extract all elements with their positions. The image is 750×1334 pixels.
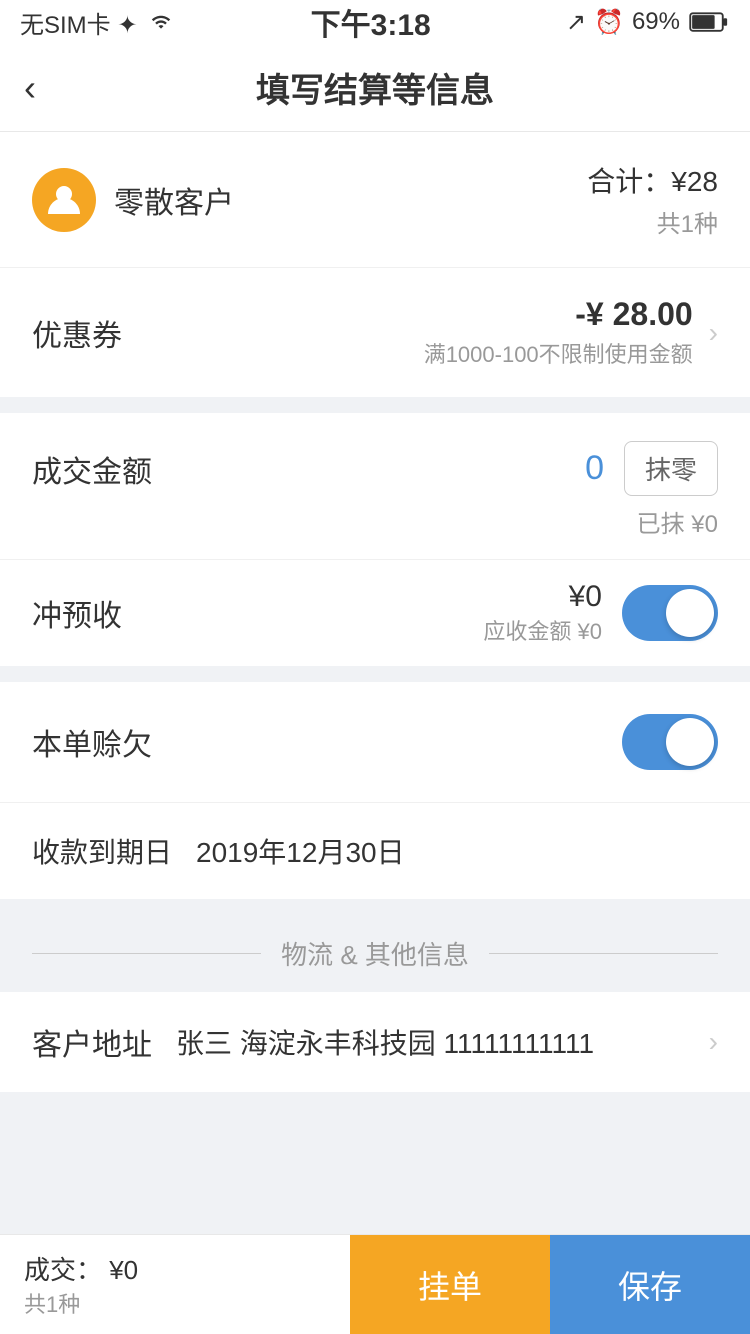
deal-amount-row: 成交金额 0 抹零 — [0, 413, 750, 504]
customer-left: 零散客户 — [32, 168, 234, 232]
address-label: 客户地址 — [32, 1020, 152, 1064]
coupon-right: -¥ 28.00 满1000-100不限制使用金额 › — [424, 296, 718, 369]
deal-amount-label: 成交金额 — [32, 447, 152, 491]
bottom-deal-count: 共1种 — [24, 1287, 326, 1319]
charge-sub: 应收金额 ¥0 — [483, 614, 602, 646]
address-chevron-icon: › — [709, 1026, 718, 1058]
alarm-icon: ⏰ — [594, 8, 624, 37]
bottom-deal-label: 成交： ¥0 — [24, 1250, 326, 1287]
address-value: 张三 海淀永丰科技园 11111111111 — [176, 1022, 701, 1062]
location-icon: ↗ — [566, 8, 586, 37]
due-date-label: 收款到期日 — [32, 831, 172, 871]
status-bar: 无SIM卡 ✦ 下午3:18 ↗ ⏰ 69% — [0, 0, 750, 44]
bottom-bar: 成交： ¥0 共1种 挂单 保存 — [0, 1234, 750, 1334]
charge-advance-label: 冲预收 — [32, 591, 122, 635]
customer-avatar — [32, 168, 96, 232]
page-title: 填写结算等信息 — [256, 63, 494, 112]
logistics-divider: 物流 & 其他信息 — [0, 915, 750, 992]
nav-bar: ‹ 填写结算等信息 — [0, 44, 750, 132]
debt-section: 本单赊欠 收款到期日 2019年12月30日 — [0, 682, 750, 899]
toggle-circle-debt — [666, 718, 714, 766]
bottom-info: 成交： ¥0 共1种 — [0, 1235, 350, 1334]
wifi-icon — [147, 12, 175, 32]
debt-label: 本单赊欠 — [32, 720, 152, 764]
customer-row: 零散客户 合计：¥28 共1种 — [0, 132, 750, 267]
address-section: 客户地址 张三 海淀永丰科技园 11111111111 › — [0, 992, 750, 1092]
coupon-label: 优惠券 — [32, 311, 122, 355]
hold-button[interactable]: 挂单 — [350, 1235, 550, 1334]
toggle-circle — [666, 589, 714, 637]
save-button[interactable]: 保存 — [550, 1235, 750, 1334]
charge-advance-right: ¥0 应收金额 ¥0 — [483, 580, 718, 646]
deal-amount-right: 0 抹零 — [585, 441, 718, 496]
deal-amount-value: 0 — [585, 449, 604, 488]
back-button[interactable]: ‹ — [24, 67, 36, 109]
charge-amount-block: ¥0 应收金额 ¥0 — [483, 580, 602, 646]
charge-amount: ¥0 — [483, 580, 602, 614]
deal-section: 成交金额 0 抹零 已抹 ¥0 冲预收 ¥0 应收金额 ¥0 — [0, 413, 750, 666]
coupon-row[interactable]: 优惠券 -¥ 28.00 满1000-100不限制使用金额 › — [0, 267, 750, 397]
address-row[interactable]: 客户地址 张三 海淀永丰科技园 11111111111 › — [0, 992, 750, 1092]
due-date-row[interactable]: 收款到期日 2019年12月30日 — [0, 802, 750, 899]
total-count: 共1种 — [587, 204, 718, 239]
customer-section: 零散客户 合计：¥28 共1种 优惠券 -¥ 28.00 满1000-100不限… — [0, 132, 750, 397]
charge-advance-row: 冲预收 ¥0 应收金额 ¥0 — [0, 559, 750, 666]
status-right: ↗ ⏰ 69% — [566, 8, 730, 37]
coupon-info: -¥ 28.00 满1000-100不限制使用金额 — [424, 296, 693, 369]
deal-sub-text: 已抹 ¥0 — [0, 504, 750, 559]
chevron-right-icon: › — [709, 317, 718, 349]
coupon-desc: 满1000-100不限制使用金额 — [424, 337, 693, 369]
logistics-label: 物流 & 其他信息 — [281, 935, 469, 972]
total-amount: 合计：¥28 — [587, 160, 718, 200]
coupon-discount: -¥ 28.00 — [575, 296, 692, 333]
sim-status: 无SIM卡 ✦ — [20, 5, 137, 40]
battery-icon — [688, 12, 730, 32]
person-icon — [44, 180, 84, 220]
battery-level: 69% — [632, 8, 680, 36]
charge-advance-toggle[interactable] — [622, 585, 718, 641]
customer-name: 零散客户 — [114, 178, 234, 222]
debt-toggle[interactable] — [622, 714, 718, 770]
due-date-value: 2019年12月30日 — [196, 831, 405, 871]
status-left: 无SIM卡 ✦ — [20, 5, 175, 40]
customer-summary: 合计：¥28 共1种 — [587, 160, 718, 239]
round-zero-button[interactable]: 抹零 — [624, 441, 718, 496]
status-time: 下午3:18 — [311, 0, 431, 44]
debt-row: 本单赊欠 — [0, 682, 750, 802]
